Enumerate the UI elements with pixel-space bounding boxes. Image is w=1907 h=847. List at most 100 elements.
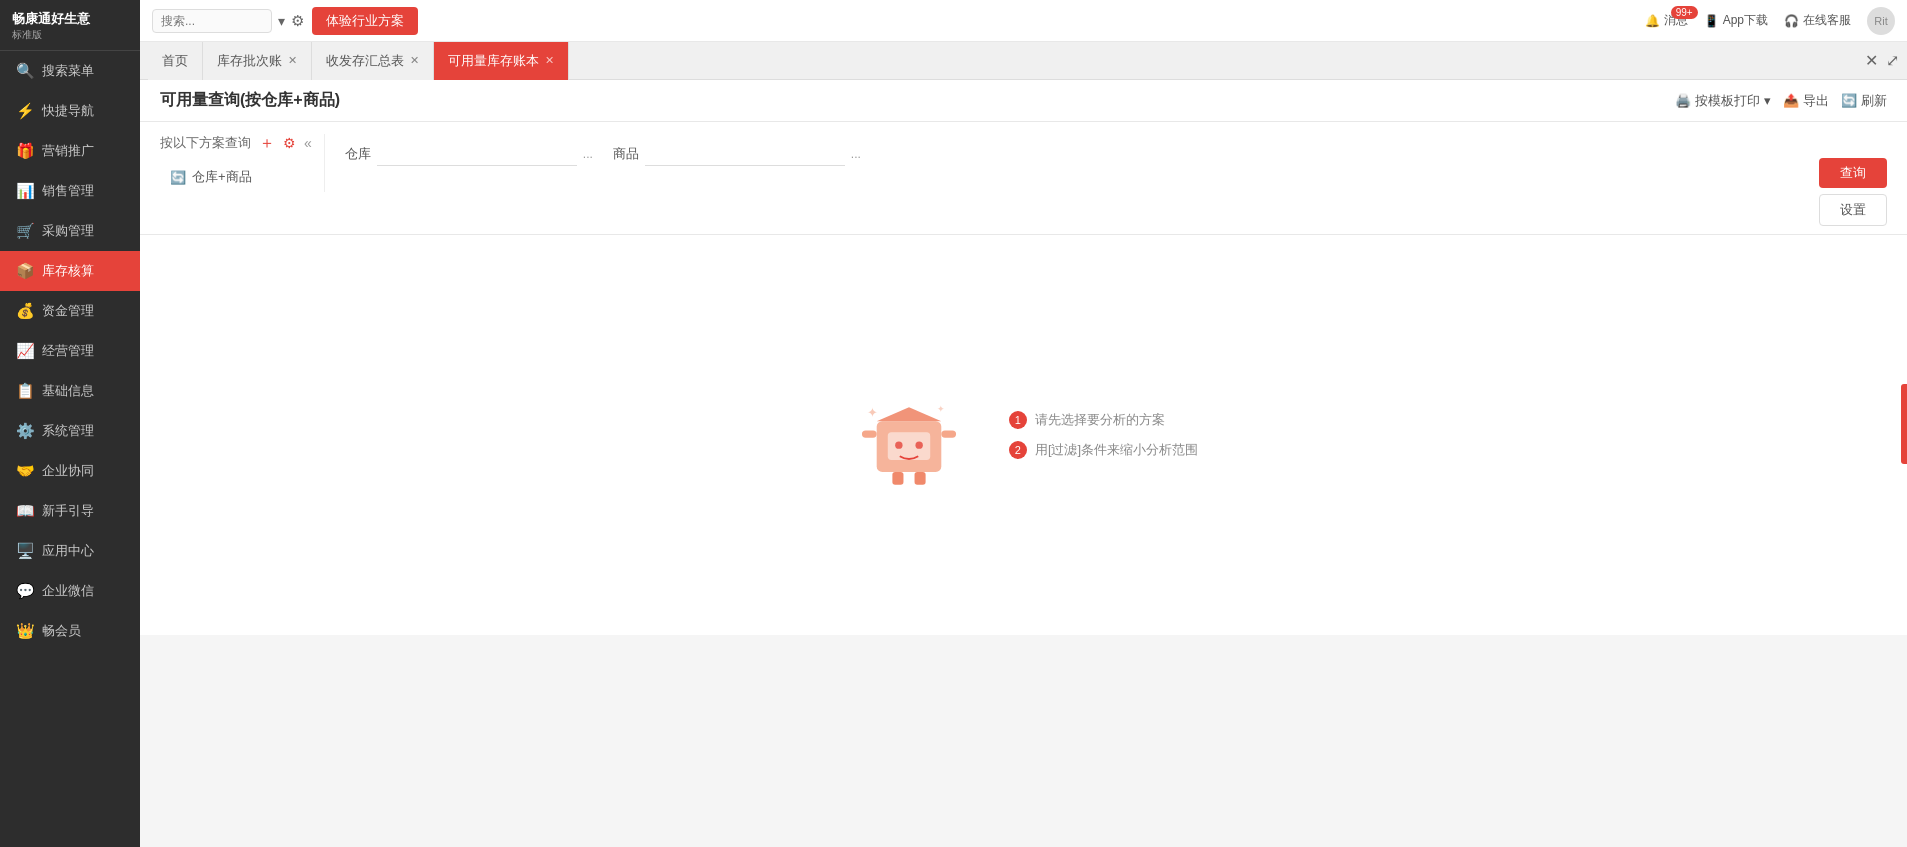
sidebar-item-label: 企业微信 [42, 582, 94, 600]
scheme-panel: 按以下方案查询 ＋ ⚙ « 🔄 仓库+商品 [160, 134, 325, 192]
trial-button[interactable]: 体验行业方案 [312, 7, 418, 35]
cart-icon: 🛒 [16, 222, 34, 240]
clipboard-icon: 📋 [16, 382, 34, 400]
gear-icon: ⚙️ [16, 422, 34, 440]
query-button[interactable]: 查询 [1819, 158, 1887, 188]
book-icon: 📖 [16, 502, 34, 520]
app-name: 畅康通好生意 [12, 10, 128, 28]
product-more-button[interactable]: ... [851, 147, 861, 161]
svg-rect-7 [862, 430, 877, 437]
svg-marker-1 [877, 407, 942, 421]
tab-batch-account-label: 库存批次账 [217, 52, 282, 70]
tab-summary[interactable]: 收发存汇总表 ✕ [312, 42, 434, 80]
online-service-label: 在线客服 [1803, 12, 1851, 29]
empty-illustration: ✦ ✦ [849, 375, 969, 495]
tip-text-1: 请先选择要分析的方案 [1035, 411, 1165, 429]
refresh-icon: 🔄 [1841, 93, 1857, 108]
query-action-btns: 查询 设置 [1819, 134, 1887, 226]
wechat-icon: 💬 [16, 582, 34, 600]
svg-text:✦: ✦ [867, 405, 878, 420]
tab-available-inventory-close[interactable]: ✕ [545, 54, 554, 67]
message-button[interactable]: 🔔 消息 99+ [1645, 12, 1688, 29]
tip-num-2: 2 [1009, 441, 1027, 459]
sidebar-item-label: 营销推广 [42, 142, 94, 160]
sidebar-item-label: 经营管理 [42, 342, 94, 360]
content-area: 可用量查询(按仓库+商品) 🖨️ 按模板打印 ▾ 📤 导出 🔄 刷新 [140, 80, 1907, 847]
warehouse-filter-input[interactable] [377, 142, 577, 166]
sidebar-item-quicknav[interactable]: ⚡ 快捷导航 [0, 91, 140, 131]
collapse-button[interactable]: « [304, 135, 312, 151]
tab-expand-button[interactable]: ⤢ [1886, 51, 1899, 70]
print-label: 按模板打印 [1695, 92, 1760, 110]
sidebar-item-system[interactable]: ⚙️ 系统管理 [0, 411, 140, 451]
app-download-button[interactable]: 📱 App下载 [1704, 12, 1768, 29]
tab-close-current-button[interactable]: ✕ [1865, 51, 1878, 70]
tab-batch-account[interactable]: 库存批次账 ✕ [203, 42, 312, 80]
sidebar-item-inventory[interactable]: 📦 库存核算 [0, 251, 140, 291]
sidebar-item-wechat[interactable]: 💬 企业微信 [0, 571, 140, 611]
refresh-button[interactable]: 🔄 刷新 [1841, 92, 1887, 110]
sidebar-item-label: 基础信息 [42, 382, 94, 400]
tab-summary-label: 收发存汇总表 [326, 52, 404, 70]
lightning-icon: ⚡ [16, 102, 34, 120]
sidebar-item-label: 系统管理 [42, 422, 94, 440]
empty-state: ✦ ✦ 1 请先选择要分析的方案 2 用[过滤]条件来缩小分析范围 [140, 235, 1907, 635]
app-version: 标准版 [12, 28, 128, 42]
warehouse-filter-group: 仓库 ... [345, 142, 593, 166]
sidebar-item-purchase[interactable]: 🛒 采购管理 [0, 211, 140, 251]
tab-home[interactable]: 首页 [148, 42, 203, 80]
tab-summary-close[interactable]: ✕ [410, 54, 419, 67]
tip-text-2: 用[过滤]条件来缩小分析范围 [1035, 441, 1198, 459]
sidebar-item-basics[interactable]: 📋 基础信息 [0, 371, 140, 411]
sidebar-item-label: 畅会员 [42, 622, 81, 640]
sidebar-item-finance[interactable]: 💰 资金管理 [0, 291, 140, 331]
scheme-name: 仓库+商品 [192, 168, 252, 186]
svg-rect-5 [892, 472, 903, 485]
warehouse-filter-label: 仓库 [345, 145, 371, 163]
sidebar-item-sales[interactable]: 📊 销售管理 [0, 171, 140, 211]
tab-batch-account-close[interactable]: ✕ [288, 54, 297, 67]
empty-tip-2: 2 用[过滤]条件来缩小分析范围 [1009, 441, 1198, 459]
sidebar-item-operations[interactable]: 📈 经营管理 [0, 331, 140, 371]
tab-available-inventory[interactable]: 可用量库存账本 ✕ [434, 42, 569, 80]
settings-button[interactable]: 设置 [1819, 194, 1887, 226]
tab-available-inventory-label: 可用量库存账本 [448, 52, 539, 70]
topbar-dropdown-button[interactable]: ▾ [278, 13, 285, 29]
warehouse-more-button[interactable]: ... [583, 147, 593, 161]
product-filter-input[interactable] [645, 142, 845, 166]
print-button[interactable]: 🖨️ 按模板打印 ▾ [1675, 92, 1771, 110]
scheme-item-warehouse-product[interactable]: 🔄 仓库+商品 [160, 162, 312, 192]
refresh-label: 刷新 [1861, 92, 1887, 110]
export-button[interactable]: 📤 导出 [1783, 92, 1829, 110]
sidebar-item-label: 快捷导航 [42, 102, 94, 120]
topbar-gear-button[interactable]: ⚙ [291, 12, 304, 30]
user-avatar[interactable]: Rit [1867, 7, 1895, 35]
gift-icon: 🎁 [16, 142, 34, 160]
sidebar-item-appcenter[interactable]: 🖥️ 应用中心 [0, 531, 140, 571]
sidebar-item-marketing[interactable]: 🎁 营销推广 [0, 131, 140, 171]
query-block: 按以下方案查询 ＋ ⚙ « 🔄 仓库+商品 仓库 [140, 122, 1907, 235]
topbar-search-input[interactable] [152, 9, 272, 33]
sidebar-item-label: 采购管理 [42, 222, 94, 240]
sidebar-item-label: 搜索菜单 [42, 62, 94, 80]
online-service-button[interactable]: 🎧 在线客服 [1784, 12, 1851, 29]
svg-rect-6 [914, 472, 925, 485]
box-icon: 📦 [16, 262, 34, 280]
search-icon: 🔍 [16, 62, 34, 80]
right-scrollbar-hint [1901, 384, 1907, 464]
add-scheme-button[interactable]: ＋ [259, 135, 275, 151]
money-icon: 💰 [16, 302, 34, 320]
sidebar-item-guide[interactable]: 📖 新手引导 [0, 491, 140, 531]
product-filter-label: 商品 [613, 145, 639, 163]
topbar-search-area: ▾ ⚙ [152, 9, 304, 33]
query-inner: 按以下方案查询 ＋ ⚙ « 🔄 仓库+商品 仓库 [140, 122, 1907, 234]
topbar-right: 🔔 消息 99+ 📱 App下载 🎧 在线客服 Rit [1645, 7, 1895, 35]
scheme-settings-button[interactable]: ⚙ [283, 136, 296, 150]
sidebar-item-collab[interactable]: 🤝 企业协同 [0, 451, 140, 491]
phone-icon: 📱 [1704, 14, 1719, 28]
export-icon: 📤 [1783, 93, 1799, 108]
sidebar-item-search[interactable]: 🔍 搜索菜单 [0, 51, 140, 91]
page-title: 可用量查询(按仓库+商品) [160, 90, 340, 111]
sidebar-item-label: 资金管理 [42, 302, 94, 320]
sidebar-item-member[interactable]: 👑 畅会员 [0, 611, 140, 651]
